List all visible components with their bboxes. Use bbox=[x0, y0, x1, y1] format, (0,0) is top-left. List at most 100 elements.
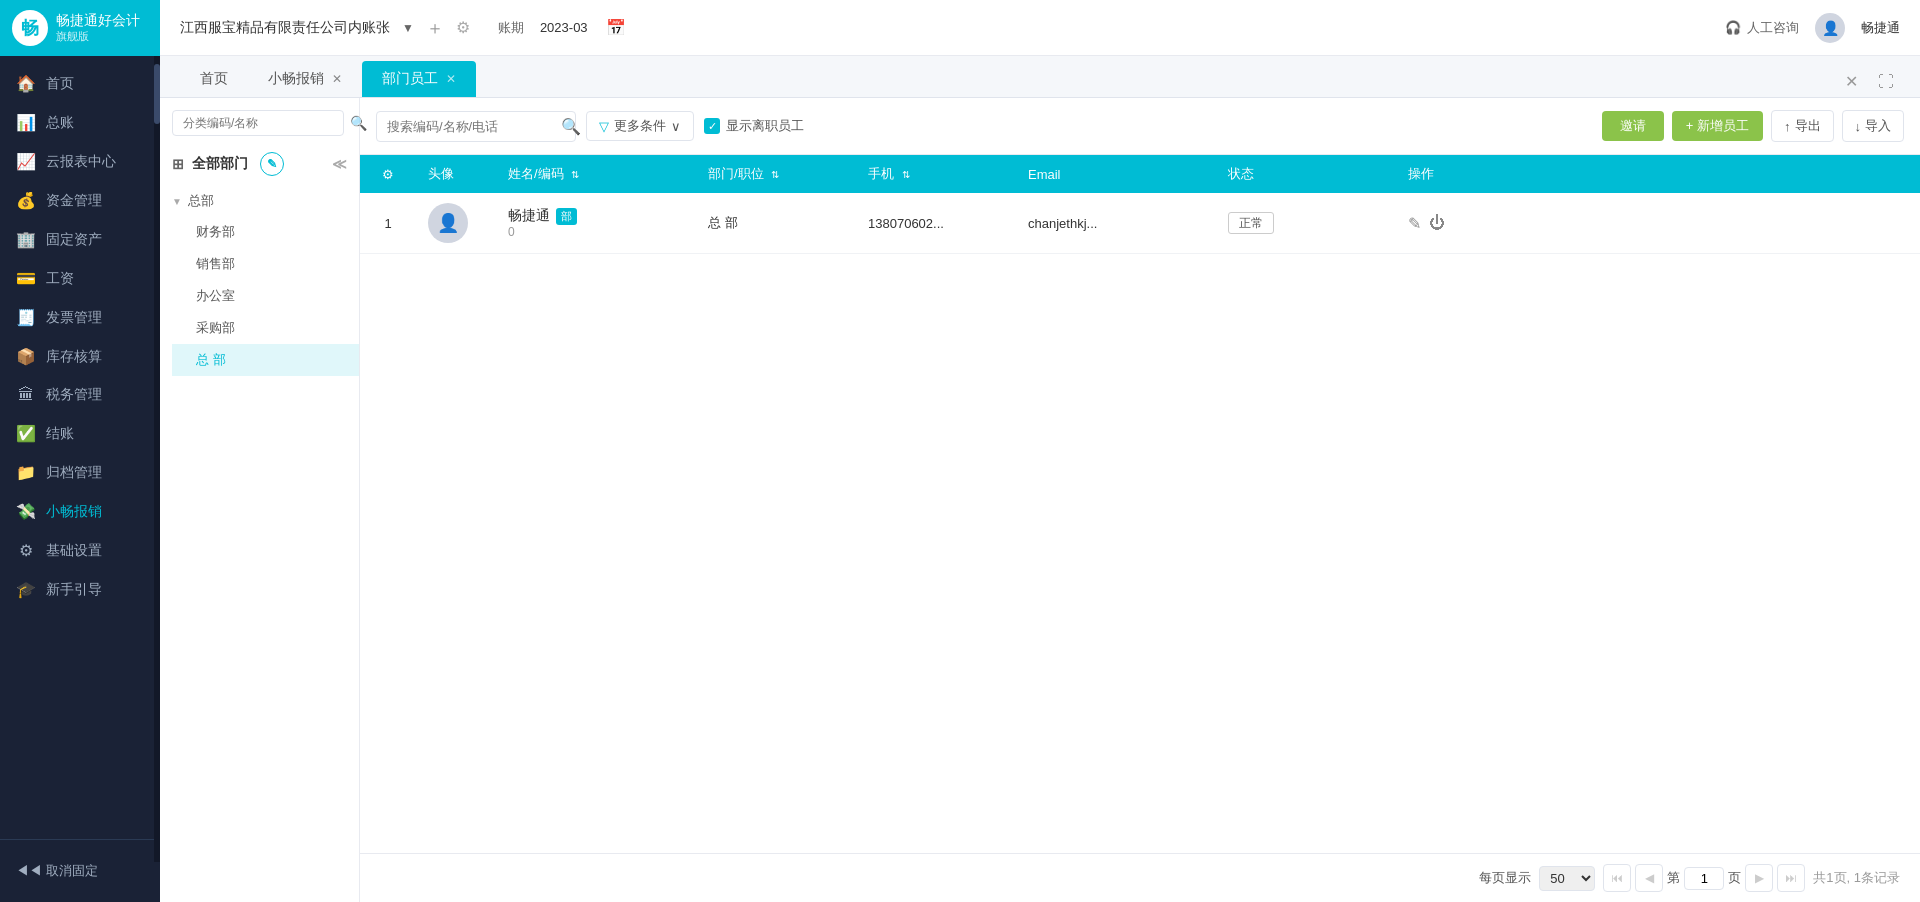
page-unit: 页 bbox=[1728, 869, 1741, 887]
inventory-icon: 📦 bbox=[16, 347, 36, 366]
username-label: 畅捷通 bbox=[1861, 19, 1900, 37]
tab-expense[interactable]: 小畅报销 ✕ bbox=[248, 61, 362, 97]
export-btn[interactable]: ↑ 导出 bbox=[1771, 110, 1834, 142]
col-avatar: 头像 bbox=[416, 155, 496, 193]
dept-procurement-label: 采购部 bbox=[196, 320, 235, 335]
col-actions: 操作 bbox=[1396, 155, 1920, 193]
add-employee-label: + 新增员工 bbox=[1686, 117, 1749, 135]
sidebar-item-expense-label: 小畅报销 bbox=[46, 503, 102, 521]
row-status-cell: 正常 bbox=[1216, 193, 1396, 254]
sidebar-item-guide[interactable]: 🎓 新手引导 bbox=[0, 570, 160, 609]
dept-collapse-btn[interactable]: ≪ bbox=[332, 156, 347, 172]
ledger-icon: 📊 bbox=[16, 113, 36, 132]
row-index: 1 bbox=[360, 193, 416, 254]
sidebar-item-closing[interactable]: ✅ 结账 bbox=[0, 414, 160, 453]
tab-dept-employee-close[interactable]: ✕ bbox=[446, 72, 456, 86]
fixed-assets-icon: 🏢 bbox=[16, 230, 36, 249]
action-logout-btn[interactable]: ⏻ bbox=[1429, 214, 1445, 232]
sidebar-item-tax[interactable]: 🏛 税务管理 bbox=[0, 376, 160, 414]
col-status: 状态 bbox=[1216, 155, 1396, 193]
employee-search-icon[interactable]: 🔍 bbox=[561, 117, 581, 136]
dept-search-icon[interactable]: 🔍 bbox=[350, 115, 367, 131]
filter-btn[interactable]: ▽ 更多条件 ∨ bbox=[586, 111, 694, 141]
sidebar-item-home-label: 首页 bbox=[46, 75, 74, 93]
dept-grid-icon: ⊞ bbox=[172, 156, 184, 172]
sidebar-item-cloud-report[interactable]: 📈 云报表中心 bbox=[0, 142, 160, 181]
col-phone-label: 手机 bbox=[868, 166, 894, 181]
page-first-btn[interactable]: ⏮ bbox=[1603, 864, 1631, 892]
tab-home[interactable]: 首页 bbox=[180, 61, 248, 97]
dept-item-general[interactable]: 总 部 bbox=[172, 344, 359, 376]
dept-group-label-headquarters[interactable]: ▼ 总部 bbox=[172, 186, 359, 216]
dept-item-office[interactable]: 办公室 bbox=[172, 280, 359, 312]
import-label: 导入 bbox=[1865, 117, 1891, 135]
support-label: 人工咨询 bbox=[1747, 19, 1799, 37]
col-phone[interactable]: 手机 ⇅ bbox=[856, 155, 1016, 193]
action-edit-btn[interactable]: ✎ bbox=[1408, 214, 1421, 233]
dept-search-input[interactable] bbox=[172, 110, 344, 136]
company-name: 江西服宝精品有限责任公司内账张 bbox=[180, 19, 390, 37]
support-btn[interactable]: 🎧 人工咨询 bbox=[1725, 19, 1799, 37]
settings-icon: ⚙ bbox=[16, 541, 36, 560]
sidebar-item-tax-label: 税务管理 bbox=[46, 386, 102, 404]
tab-close-all-btn[interactable]: ✕ bbox=[1839, 70, 1864, 93]
invite-btn[interactable]: 邀请 bbox=[1602, 111, 1664, 141]
main-content: 江西服宝精品有限责任公司内账张 ▼ ＋ ⚙ 账期 2023-03 📅 🎧 人工咨… bbox=[160, 0, 1920, 902]
col-settings[interactable]: ⚙ bbox=[360, 155, 416, 193]
sidebar-item-invoice[interactable]: 🧾 发票管理 bbox=[0, 298, 160, 337]
add-company-btn[interactable]: ＋ bbox=[426, 16, 444, 40]
tab-dept-employee[interactable]: 部门员工 ✕ bbox=[362, 61, 476, 97]
page-next-btn[interactable]: ▶ bbox=[1745, 864, 1773, 892]
dept-edit-btn[interactable]: ✎ bbox=[260, 152, 284, 176]
col-name[interactable]: 姓名/编码 ⇅ bbox=[496, 155, 696, 193]
sidebar-item-fixed-assets[interactable]: 🏢 固定资产 bbox=[0, 220, 160, 259]
page-input[interactable] bbox=[1684, 867, 1724, 890]
sidebar-item-salary[interactable]: 💳 工资 bbox=[0, 259, 160, 298]
right-panel: 🔍 ▽ 更多条件 ∨ ✓ 显示离职员工 邀请 + 新增员工 bbox=[360, 98, 1920, 902]
sidebar-nav: 🏠 首页 📊 总账 📈 云报表中心 💰 资金管理 🏢 固定资产 💳 工资 🧾 发… bbox=[0, 56, 160, 839]
per-page-select[interactable]: 50 100 200 bbox=[1539, 866, 1595, 891]
tab-expense-label: 小畅报销 bbox=[268, 70, 324, 88]
col-status-label: 状态 bbox=[1228, 166, 1254, 181]
show-resigned-checkbox[interactable]: ✓ bbox=[704, 118, 720, 134]
sidebar-item-archive[interactable]: 📁 归档管理 bbox=[0, 453, 160, 492]
sidebar-item-invoice-label: 发票管理 bbox=[46, 309, 102, 327]
sidebar-item-cloud-report-label: 云报表中心 bbox=[46, 153, 116, 171]
col-dept[interactable]: 部门/职位 ⇅ bbox=[696, 155, 856, 193]
export-label: 导出 bbox=[1795, 117, 1821, 135]
closing-icon: ✅ bbox=[16, 424, 36, 443]
table-header-row: ⚙ 头像 姓名/编码 ⇅ 部门/职位 ⇅ bbox=[360, 155, 1920, 193]
row-email-cell: chanjethkj... bbox=[1016, 193, 1216, 254]
dept-item-procurement[interactable]: 采购部 bbox=[172, 312, 359, 344]
dept-item-sales[interactable]: 销售部 bbox=[172, 248, 359, 280]
cancel-fixed-btn[interactable]: ◀◀ 取消固定 bbox=[0, 852, 160, 890]
sidebar-item-home[interactable]: 🏠 首页 bbox=[0, 64, 160, 103]
employee-status: 正常 bbox=[1228, 212, 1274, 234]
archive-icon: 📁 bbox=[16, 463, 36, 482]
col-email-label: Email bbox=[1028, 167, 1061, 182]
dept-total-label: 总部 bbox=[188, 192, 214, 210]
page-last-btn[interactable]: ⏭ bbox=[1777, 864, 1805, 892]
sidebar-item-expense[interactable]: 💸 小畅报销 bbox=[0, 492, 160, 531]
company-dropdown-btn[interactable]: ▼ bbox=[402, 21, 414, 35]
row-avatar-cell: 👤 bbox=[416, 193, 496, 254]
sidebar-item-closing-label: 结账 bbox=[46, 425, 74, 443]
filter-label: 更多条件 bbox=[614, 117, 666, 135]
dept-item-finance[interactable]: 财务部 bbox=[172, 216, 359, 248]
avatar-icon: 👤 bbox=[437, 212, 459, 234]
page-prev-btn[interactable]: ◀ bbox=[1635, 864, 1663, 892]
sidebar-item-inventory[interactable]: 📦 库存核算 bbox=[0, 337, 160, 376]
add-employee-btn[interactable]: + 新增员工 bbox=[1672, 111, 1763, 141]
dept-group-headquarters: ▼ 总部 财务部 销售部 办公室 采购部 bbox=[160, 186, 359, 376]
period-calendar-btn[interactable]: 📅 bbox=[606, 18, 626, 37]
tab-expense-close[interactable]: ✕ bbox=[332, 72, 342, 86]
sidebar-item-ledger[interactable]: 📊 总账 bbox=[0, 103, 160, 142]
employee-search-input[interactable] bbox=[387, 119, 555, 134]
import-btn[interactable]: ↓ 导入 bbox=[1842, 110, 1905, 142]
sidebar-item-settings[interactable]: ⚙ 基础设置 bbox=[0, 531, 160, 570]
cloud-report-icon: 📈 bbox=[16, 152, 36, 171]
per-page-label: 每页显示 bbox=[1479, 869, 1531, 887]
sidebar-item-capital[interactable]: 💰 资金管理 bbox=[0, 181, 160, 220]
settings-gear-btn[interactable]: ⚙ bbox=[456, 18, 470, 37]
tab-expand-btn[interactable]: ⛶ bbox=[1872, 71, 1900, 93]
